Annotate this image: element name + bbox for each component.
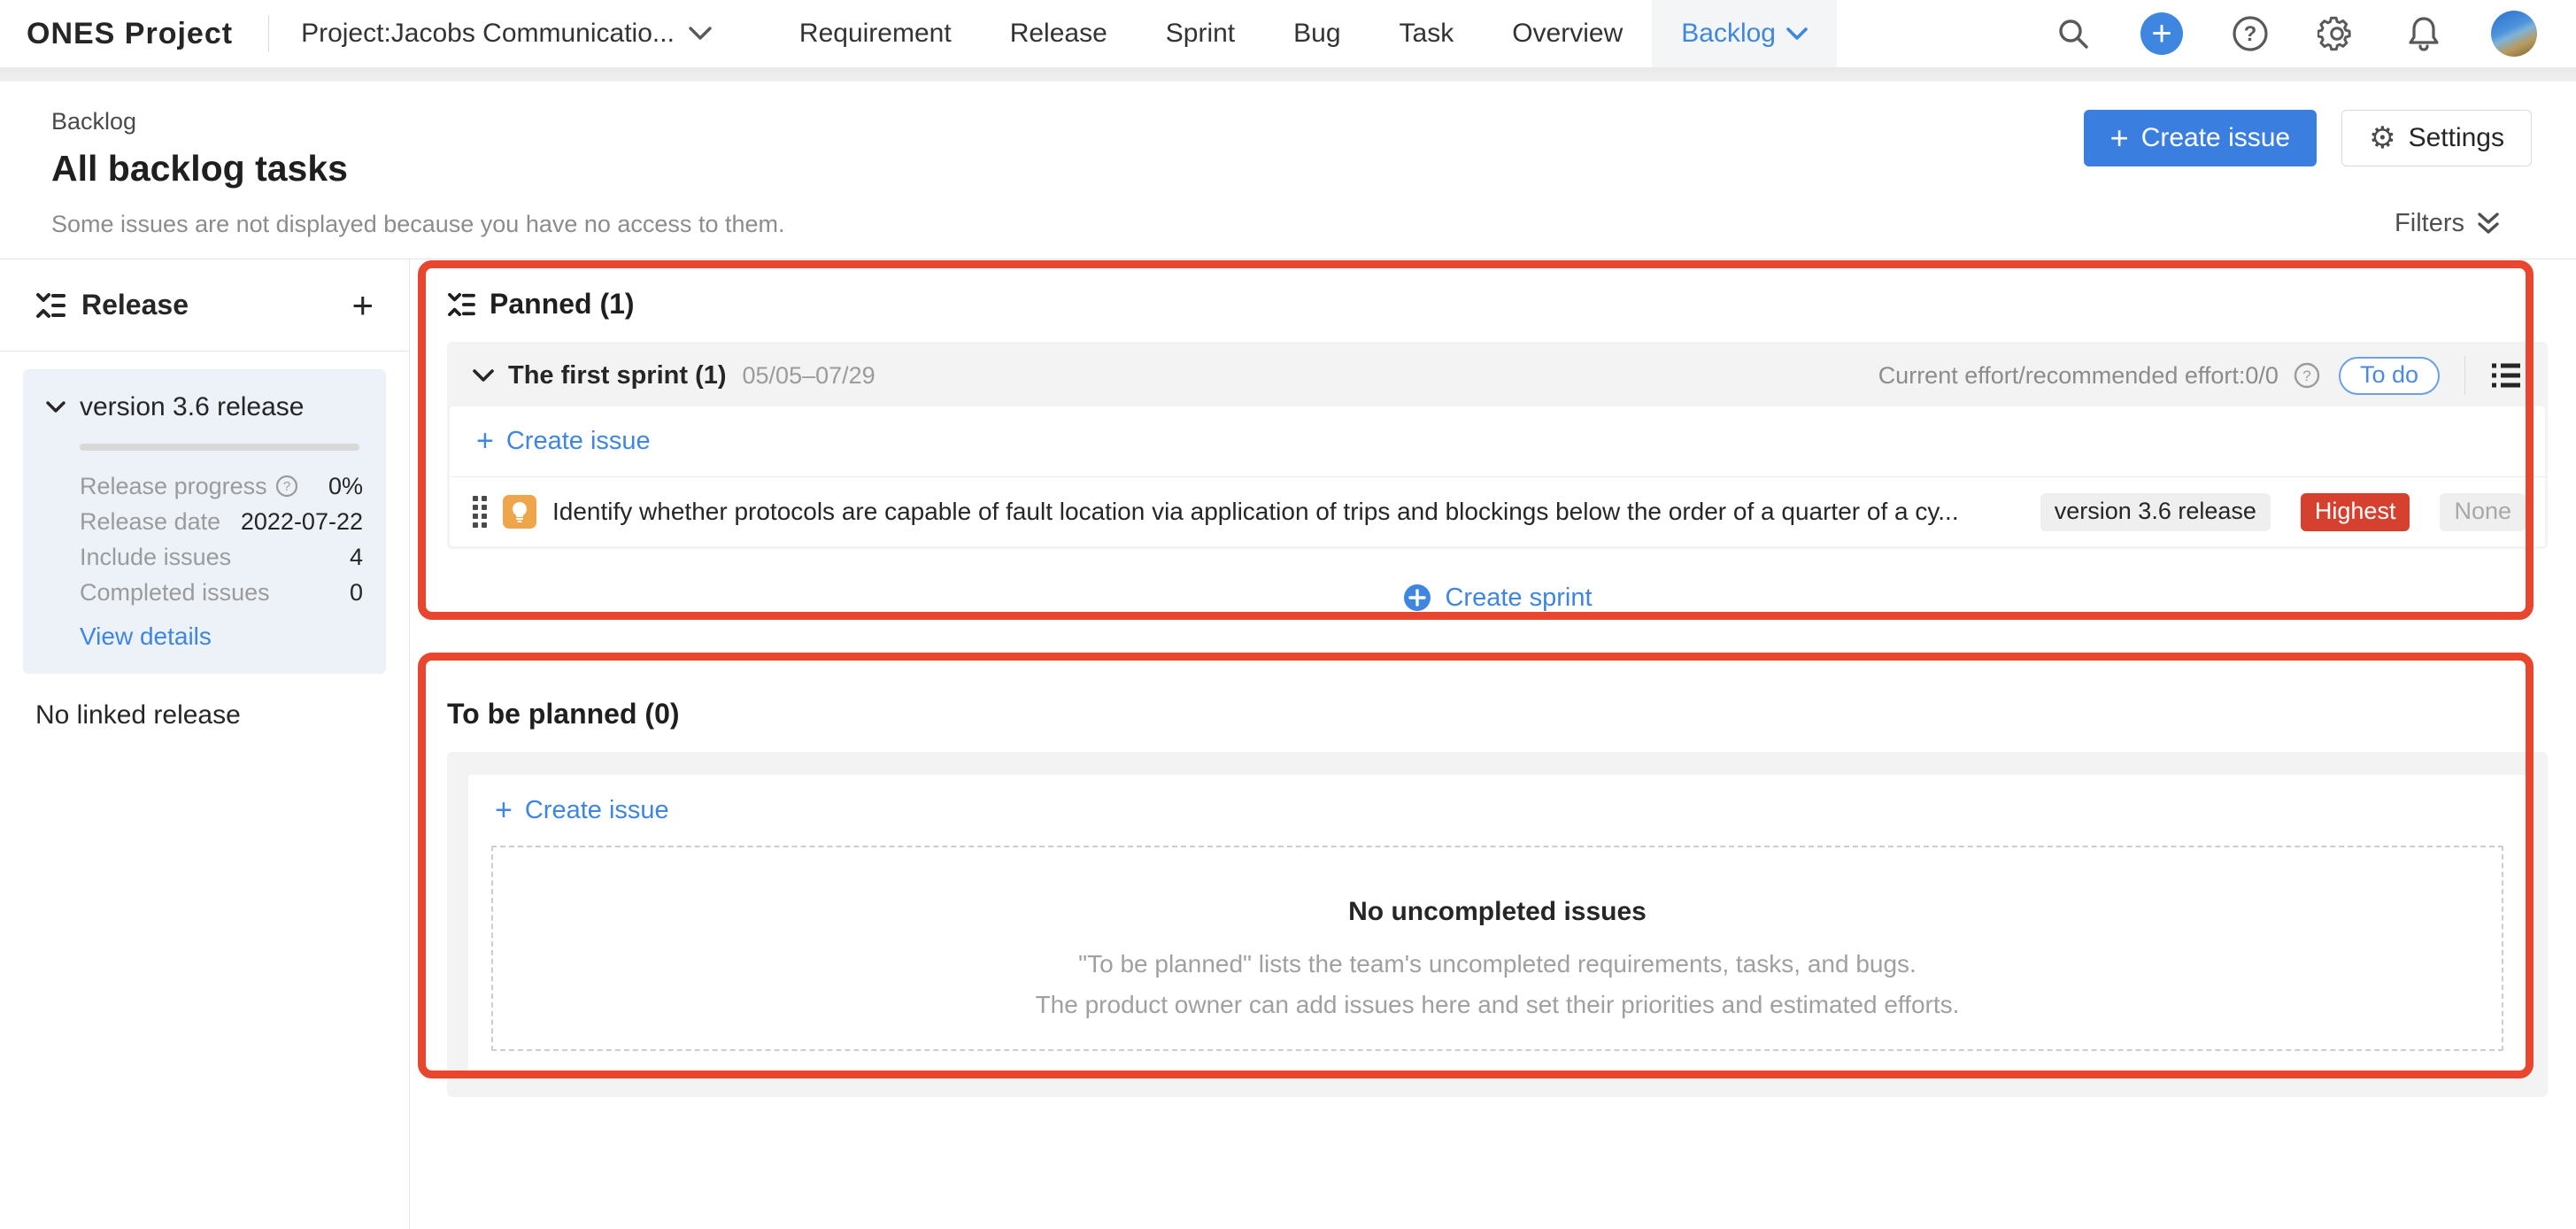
- chevron-down-icon[interactable]: [473, 368, 494, 383]
- plus-icon: +: [476, 424, 494, 458]
- sprint-dates: 05/05–07/29: [742, 361, 875, 389]
- issue-title[interactable]: Identify whether protocols are capable o…: [552, 498, 2025, 526]
- sprint-group: The first sprint (1) 05/05–07/29 Current…: [447, 342, 2548, 549]
- sprint-status-badge[interactable]: To do: [2338, 356, 2440, 395]
- sidebar-title: Release: [81, 289, 189, 321]
- main-nav: Requirement Release Sprint Bug Task Over…: [770, 0, 1837, 67]
- help-icon[interactable]: ?: [274, 474, 299, 499]
- divider: [2464, 356, 2465, 395]
- backlog-icon: [448, 292, 475, 316]
- release-name: version 3.6 release: [80, 392, 305, 421]
- page-header: Backlog All backlog tasks Some issues ar…: [0, 81, 2576, 259]
- release-icon: [36, 292, 66, 318]
- project-selector-label: Project:Jacobs Communicatio...: [301, 19, 675, 48]
- plus-circle-icon[interactable]: +: [2140, 12, 2183, 55]
- release-sidebar: Release + version 3.6 release Release pr…: [0, 259, 410, 1229]
- issue-priority-badge[interactable]: Highest: [2300, 492, 2410, 531]
- list-view-icon[interactable]: [2490, 362, 2522, 389]
- view-details-link[interactable]: View details: [80, 622, 212, 651]
- empty-dropzone: No uncompleted issues "To be planned" li…: [491, 846, 2503, 1051]
- to-be-planned-title: To be planned (0): [447, 698, 680, 730]
- topbar: ONES Project Project:Jacobs Communicatio…: [0, 0, 2576, 67]
- project-selector[interactable]: Project:Jacobs Communicatio...: [301, 19, 712, 49]
- add-release-button[interactable]: +: [351, 286, 374, 324]
- tab-sprint[interactable]: Sprint: [1137, 0, 1264, 67]
- completed-issues-row: Completed issues 0: [80, 578, 363, 606]
- release-date-row: Release date 2022-07-22: [80, 507, 363, 535]
- help-icon[interactable]: ?: [2231, 14, 2270, 53]
- create-sprint-link[interactable]: Create sprint: [1402, 583, 1593, 613]
- tab-task[interactable]: Task: [1370, 0, 1484, 67]
- sprint-effort: Current effort/recommended effort:0/0: [1878, 361, 2279, 389]
- divider: [268, 15, 270, 52]
- drag-handle[interactable]: [473, 496, 487, 528]
- search-icon[interactable]: [2054, 14, 2093, 53]
- settings-button[interactable]: ⚙ Settings: [2341, 110, 2532, 166]
- chevron-down-icon: [689, 27, 712, 40]
- gear-icon[interactable]: [2318, 14, 2356, 53]
- app-logo[interactable]: ONES Project: [27, 17, 233, 51]
- empty-state-line1: "To be planned" lists the team's uncompl…: [1078, 950, 1917, 978]
- tab-bug[interactable]: Bug: [1264, 0, 1369, 67]
- tab-requirement[interactable]: Requirement: [770, 0, 981, 67]
- bell-icon[interactable]: [2404, 14, 2443, 53]
- tab-backlog[interactable]: Backlog: [1652, 0, 1837, 67]
- double-chevron-down-icon: [2478, 212, 2499, 234]
- issue-row[interactable]: Identify whether protocols are capable o…: [450, 477, 2545, 546]
- plus-icon: +: [495, 792, 513, 827]
- issue-estimate-badge[interactable]: None: [2440, 492, 2526, 531]
- sprint-name[interactable]: The first sprint (1): [508, 361, 727, 390]
- release-card: version 3.6 release Release progress ? 0…: [23, 369, 386, 674]
- create-issue-button[interactable]: + Create issue: [2083, 110, 2318, 166]
- empty-state-title: No uncompleted issues: [1348, 897, 1647, 926]
- svg-text:?: ?: [2302, 367, 2310, 384]
- gear-icon: ⚙: [2369, 121, 2396, 155]
- no-linked-release-text: No linked release: [35, 700, 241, 730]
- topbar-shadow: [0, 67, 2576, 81]
- plus-icon: +: [2109, 120, 2129, 156]
- svg-text:?: ?: [2244, 22, 2257, 46]
- release-progress-row: Release progress ? 0%: [80, 472, 363, 499]
- chevron-down-icon: [46, 401, 66, 413]
- release-card-header[interactable]: version 3.6 release: [46, 392, 363, 422]
- requirement-type-icon: [503, 495, 536, 529]
- chevron-down-icon: [1786, 27, 1808, 40]
- filters-toggle[interactable]: Filters: [2395, 209, 2500, 238]
- avatar[interactable]: [2491, 11, 2537, 57]
- svg-text:?: ?: [282, 479, 289, 494]
- access-notice: Some issues are not displayed because yo…: [51, 211, 785, 237]
- issue-release-tag[interactable]: version 3.6 release: [2040, 492, 2271, 531]
- planned-section-title: Panned (1): [447, 288, 2548, 321]
- sprint-header[interactable]: The first sprint (1) 05/05–07/29 Current…: [450, 344, 2545, 406]
- backlog-main: Panned (1) The first sprint (1) 05/05–07…: [410, 259, 2576, 1229]
- to-be-planned-group: + Create issue No uncompleted issues "To…: [447, 752, 2548, 1097]
- plus-circle-icon: [1404, 584, 1431, 611]
- create-issue-link[interactable]: + Create issue: [495, 793, 669, 828]
- create-issue-link[interactable]: + Create issue: [476, 424, 651, 459]
- empty-state-line2: The product owner can add issues here an…: [1035, 991, 1960, 1018]
- tab-release[interactable]: Release: [981, 0, 1137, 67]
- help-icon[interactable]: ?: [2293, 361, 2321, 390]
- tab-overview[interactable]: Overview: [1483, 0, 1652, 67]
- release-progress-bar: [80, 444, 359, 451]
- include-issues-row: Include issues 4: [80, 543, 363, 570]
